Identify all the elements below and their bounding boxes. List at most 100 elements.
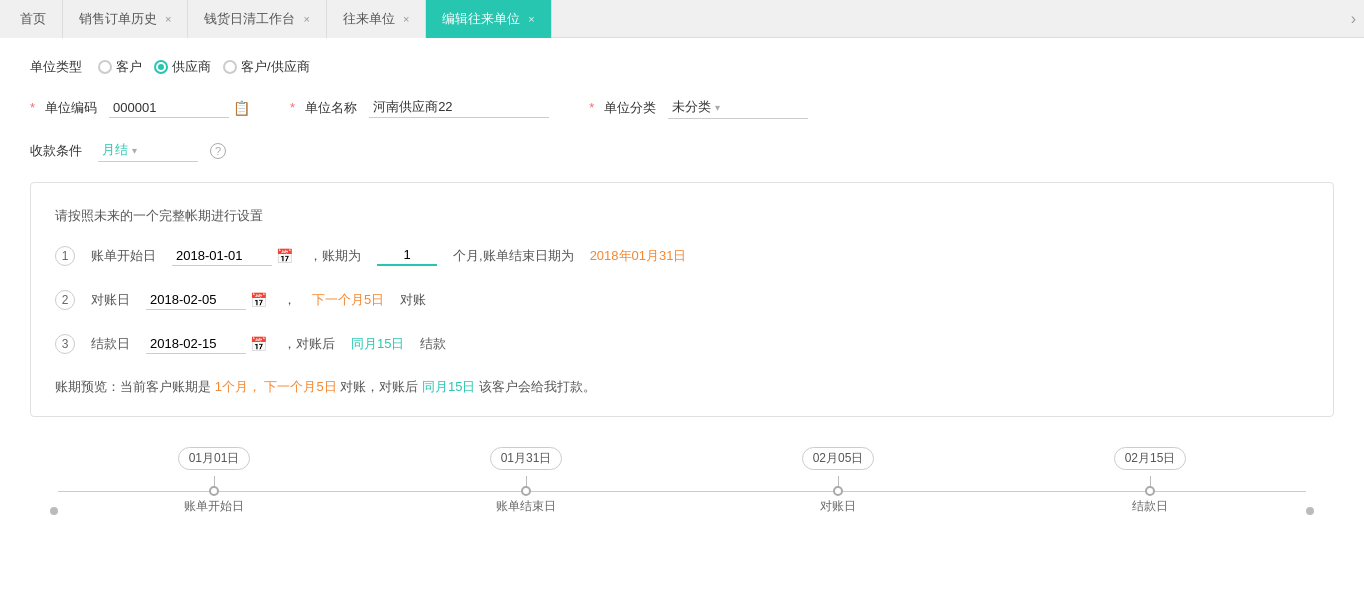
tl-date-2: 01月31日: [490, 447, 563, 470]
step-1-label: 账单开始日: [91, 247, 156, 265]
unit-type-label: 单位类型: [30, 58, 82, 76]
radio-supplier-label: 供应商: [172, 58, 211, 76]
period-input[interactable]: [377, 245, 437, 266]
unit-category-select[interactable]: 未分类 ▾: [668, 96, 808, 119]
timeline-point-1: 01月01日 账单开始日: [58, 447, 370, 515]
step-2-row: 2 对账日 📅 ， 下一个月5日 对账: [55, 290, 1309, 310]
preview-suffix: 该客户会给我打款。: [479, 379, 596, 394]
payment-terms-row: 收款条件 月结 ▾ ?: [30, 139, 1334, 162]
timeline-end-dot: [1306, 507, 1314, 515]
timeline-point-2: 01月31日 账单结束日: [370, 447, 682, 515]
unit-name-group: * 单位名称: [290, 98, 549, 118]
unit-category-star: *: [589, 100, 594, 115]
tl-date-3: 02月05日: [802, 447, 875, 470]
payment-terms-label: 收款条件: [30, 142, 82, 160]
step-2-prefix: ，: [283, 291, 296, 309]
step-1-row: 1 账单开始日 📅 ，账期为 个月,账单结束日期为 2018年01月31日: [55, 245, 1309, 266]
preview-row: 账期预览：当前客户账期是 1个月， 下一个月5日 对账，对账后 同月15日 该客…: [55, 378, 1309, 396]
step-1-end-date: 2018年01月31日: [590, 247, 687, 265]
tab-edit-partner[interactable]: 编辑往来单位 ×: [426, 0, 551, 38]
tab-cash-workbench-close[interactable]: ×: [303, 13, 309, 25]
tab-cash-workbench-label: 钱货日清工作台: [204, 10, 295, 28]
radio-supplier-circle: [154, 60, 168, 74]
copy-icon[interactable]: 📋: [233, 100, 250, 116]
tab-partner-units-close[interactable]: ×: [403, 13, 409, 25]
payment-terms-select[interactable]: 月结 ▾: [98, 139, 198, 162]
preview-period: 1个月，: [215, 379, 261, 394]
tab-cash-workbench[interactable]: 钱货日清工作台 ×: [188, 0, 326, 38]
step-1-date-input[interactable]: [172, 246, 272, 266]
preview-payment: 同月15日: [422, 379, 475, 394]
timeline-start-dot: [50, 507, 58, 515]
condition-box: 请按照未来的一个完整帐期进行设置 1 账单开始日 📅 ，账期为 个月,账单结束日…: [30, 182, 1334, 417]
unit-name-input[interactable]: [369, 98, 549, 118]
tl-date-4: 02月15日: [1114, 447, 1187, 470]
step-2-date-input[interactable]: [146, 290, 246, 310]
preview-reconcile: 下一个月5日: [264, 379, 336, 394]
help-icon[interactable]: ?: [210, 143, 226, 159]
tab-sales-history-label: 销售订单历史: [79, 10, 157, 28]
step-2-highlight: 下一个月5日: [312, 291, 384, 309]
unit-type-row: 单位类型 客户 供应商 客户/供应商: [30, 58, 1334, 76]
step-3-highlight: 同月15日: [351, 335, 404, 353]
tab-edit-partner-close[interactable]: ×: [528, 13, 534, 25]
timeline: 01月01日 账单开始日 01月31日 账单结束日 02月05日: [30, 437, 1334, 535]
tab-bar: 首页 销售订单历史 × 钱货日清工作台 × 往来单位 × 编辑往来单位 × ›: [0, 0, 1364, 38]
timeline-point-4: 02月15日 结款日: [994, 447, 1306, 515]
step-1-period-suffix: 个月,账单结束日期为: [453, 247, 574, 265]
unit-code-input-group: 📋: [109, 98, 250, 118]
unit-code-group: * 单位编码 📋: [30, 98, 250, 118]
tab-sales-history-close[interactable]: ×: [165, 13, 171, 25]
payment-terms-value: 月结: [102, 141, 128, 159]
radio-customer[interactable]: 客户: [98, 58, 142, 76]
tab-edit-partner-label: 编辑往来单位: [442, 10, 520, 28]
radio-customer-label: 客户: [116, 58, 142, 76]
radio-both-label: 客户/供应商: [241, 58, 310, 76]
unit-type-radio-group: 客户 供应商 客户/供应商: [98, 58, 310, 76]
step-3-row: 3 结款日 📅 ，对账后 同月15日 结款: [55, 334, 1309, 354]
tl-label-1: 账单开始日: [184, 498, 244, 515]
step-2-calendar-icon[interactable]: 📅: [250, 292, 267, 308]
radio-both-circle: [223, 60, 237, 74]
tl-label-2: 账单结束日: [496, 498, 556, 515]
unit-category-label: 单位分类: [604, 99, 656, 117]
unit-code-star: *: [30, 100, 35, 115]
unit-name-label: 单位名称: [305, 99, 357, 117]
preview-label: 账期预览：当前客户账期是: [55, 379, 211, 394]
condition-title: 请按照未来的一个完整帐期进行设置: [55, 207, 1309, 225]
payment-terms-arrow: ▾: [132, 145, 137, 156]
tl-label-3: 对账日: [820, 498, 856, 515]
unit-category-value: 未分类: [672, 98, 711, 116]
preview-mid: 对账，对账后: [340, 379, 418, 394]
radio-supplier[interactable]: 供应商: [154, 58, 211, 76]
tab-home[interactable]: 首页: [0, 0, 63, 38]
unit-category-arrow: ▾: [715, 102, 720, 113]
step-3-label: 结款日: [91, 335, 130, 353]
step-2-label: 对账日: [91, 291, 130, 309]
unit-code-label: 单位编码: [45, 99, 97, 117]
step-1-calendar-icon[interactable]: 📅: [276, 248, 293, 264]
timeline-point-3: 02月05日 对账日: [682, 447, 994, 515]
tab-sales-history[interactable]: 销售订单历史 ×: [63, 0, 188, 38]
radio-customer-circle: [98, 60, 112, 74]
unit-category-group: * 单位分类 未分类 ▾: [589, 96, 808, 119]
tab-home-label: 首页: [20, 10, 46, 28]
step-3-date-input[interactable]: [146, 334, 246, 354]
tab-partner-units[interactable]: 往来单位 ×: [327, 0, 426, 38]
step-3-num: 3: [55, 334, 75, 354]
radio-both[interactable]: 客户/供应商: [223, 58, 310, 76]
step-1-date-group: 📅: [172, 246, 293, 266]
step-3-date-group: 📅: [146, 334, 267, 354]
unit-details-row: * 单位编码 📋 * 单位名称 * 单位分类 未分类 ▾: [30, 96, 1334, 119]
tab-more-arrow[interactable]: ›: [1343, 0, 1364, 37]
step-1-num: 1: [55, 246, 75, 266]
main-content: 单位类型 客户 供应商 客户/供应商 * 单位编码 📋: [0, 38, 1364, 608]
unit-code-input[interactable]: [109, 98, 229, 118]
step-3-action: 结款: [420, 335, 446, 353]
step-2-num: 2: [55, 290, 75, 310]
step-2-date-group: 📅: [146, 290, 267, 310]
step-3-prefix: ，对账后: [283, 335, 335, 353]
step-3-calendar-icon[interactable]: 📅: [250, 336, 267, 352]
step-2-action: 对账: [400, 291, 426, 309]
unit-name-star: *: [290, 100, 295, 115]
